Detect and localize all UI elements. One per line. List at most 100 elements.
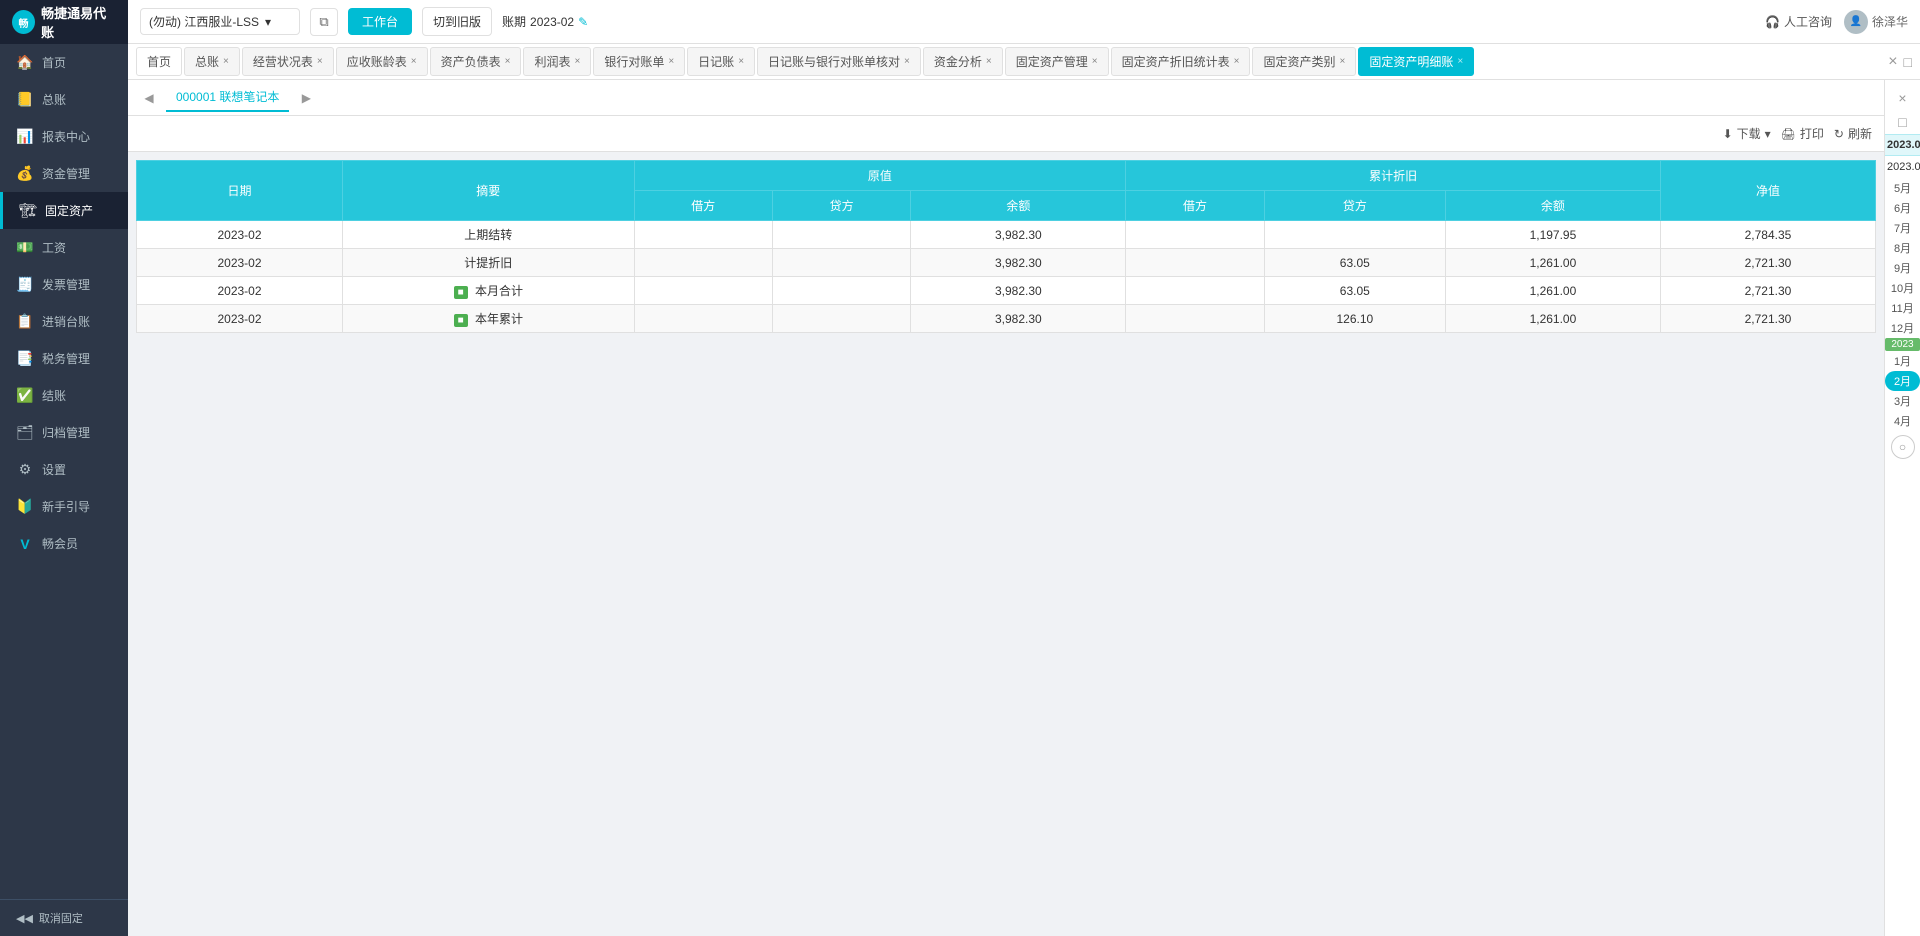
sidebar-item-salary[interactable]: 💵 工资 [0, 229, 128, 266]
copy-button[interactable]: ⧉ [310, 8, 338, 36]
panel-expand-button[interactable]: □ [1891, 110, 1915, 134]
company-selector[interactable]: (勿动) 江西服业-LSS ▾ [140, 8, 300, 35]
detail-table: 日期 摘要 原值 累计折旧 净值 借方 贷方 余额 借方 贷方 余额 [136, 160, 1876, 333]
tab-close-icon[interactable]: × [317, 56, 323, 67]
consult-label: 人工咨询 [1784, 13, 1832, 30]
tab-close-icon[interactable]: × [904, 56, 910, 67]
user-name: 徐泽华 [1872, 13, 1908, 30]
tab-close-icon[interactable]: × [411, 56, 417, 67]
cell-orig-balance: 3,982.30 [911, 305, 1126, 333]
tab-ledger[interactable]: 总账 × [184, 47, 240, 76]
sidebar-item-reports[interactable]: 📊 报表中心 [0, 118, 128, 155]
tab-journal[interactable]: 日记账 × [687, 47, 755, 76]
sidebar-item-funds[interactable]: 💰 资金管理 [0, 155, 128, 192]
tab-close-icon[interactable]: × [1234, 56, 1240, 67]
sub-tab-asset[interactable]: 000001 联想笔记本 [166, 83, 289, 112]
month-item-jul[interactable]: 7月 [1885, 218, 1920, 238]
table-row: 2023-02 计提折旧 3,982.30 63.05 1,261.00 2,7… [137, 249, 1876, 277]
tab-close-icon[interactable]: × [223, 56, 229, 67]
dropdown-icon: ▾ [265, 15, 271, 29]
tab-close-icon[interactable]: × [986, 56, 992, 67]
month-item-may[interactable]: 5月 [1885, 178, 1920, 198]
th-accumulated-depreciation: 累计折旧 [1126, 161, 1661, 191]
tab-bank-statement[interactable]: 银行对账单 × [593, 47, 685, 76]
month-item-jun[interactable]: 6月 [1885, 198, 1920, 218]
cell-date: 2023-02 [137, 277, 343, 305]
sidebar-item-label: 固定资产 [45, 202, 93, 219]
month-item-dec[interactable]: 12月 [1885, 318, 1920, 338]
sidebar-pin-toggle[interactable]: ◀◀ 取消固定 [0, 899, 128, 936]
switch-version-button[interactable]: 切到旧版 [422, 7, 492, 36]
print-button[interactable]: 🖨 打印 [1781, 125, 1824, 142]
cell-dep-balance: 1,261.00 [1445, 249, 1660, 277]
tab-label: 应收账龄表 [347, 53, 407, 70]
sidebar-item-settings[interactable]: ⚙ 设置 [0, 451, 128, 488]
tab-close-icon[interactable]: × [1457, 56, 1463, 67]
download-button[interactable]: ⬇ 下载 ▾ [1723, 125, 1771, 142]
sidebar-item-label: 工资 [42, 239, 66, 256]
month-item-aug[interactable]: 8月 [1885, 238, 1920, 258]
tab-fixed-assets-category[interactable]: 固定资产类别 × [1252, 47, 1356, 76]
year-2023-02-label[interactable]: 2023.02 [1885, 159, 1920, 175]
sidebar-item-home[interactable]: 🏠 首页 [0, 44, 128, 81]
month-item-apr[interactable]: 4月 [1885, 411, 1920, 431]
tab-label: 固定资产明细账 [1369, 53, 1453, 70]
sidebar-nav: 🏠 首页 📒 总账 📊 报表中心 💰 资金管理 🏗 固定资产 💵 工资 🧾 发票… [0, 44, 128, 899]
period-edit-icon[interactable]: ✎ [578, 15, 588, 29]
workbench-button[interactable]: 工作台 [348, 8, 412, 35]
cell-orig-debit [634, 221, 772, 249]
tab-close-icon[interactable]: × [738, 56, 744, 67]
tab-ar-aging[interactable]: 应收账龄表 × [336, 47, 428, 76]
scroll-indicator[interactable]: ○ [1891, 435, 1915, 459]
tab-journal-bank-reconcile[interactable]: 日记账与银行对账单核对 × [757, 47, 921, 76]
main-area: (勿动) 江西服业-LSS ▾ ⧉ 工作台 切到旧版 账期 2023-02 ✎ … [128, 0, 1920, 936]
user-info[interactable]: 👤 徐泽华 [1844, 10, 1908, 34]
prev-arrow[interactable]: ◀ [140, 89, 158, 107]
tab-home[interactable]: 首页 [136, 47, 182, 76]
th-net-value: 净值 [1660, 161, 1875, 221]
month-item-mar[interactable]: 3月 [1885, 391, 1920, 411]
month-item-jan[interactable]: 1月 [1885, 351, 1920, 371]
cell-description: ■ 本月合计 [342, 277, 634, 305]
refresh-button[interactable]: ↻ 刷新 [1834, 125, 1872, 142]
month-item-nov[interactable]: 11月 [1885, 298, 1920, 318]
tab-profit[interactable]: 利润表 × [523, 47, 591, 76]
month-item-feb[interactable]: 2月 [1885, 371, 1920, 391]
table-wrapper: 日期 摘要 原值 累计折旧 净值 借方 贷方 余额 借方 贷方 余额 [128, 152, 1884, 936]
next-arrow[interactable]: ▶ [297, 89, 315, 107]
sidebar-item-archive[interactable]: 🗂 归档管理 [0, 414, 128, 451]
consult-button[interactable]: 🎧 人工咨询 [1765, 13, 1832, 30]
tab-close-icon[interactable]: × [668, 56, 674, 67]
sidebar-item-fixed-assets[interactable]: 🏗 固定资产 [0, 192, 128, 229]
tab-fixed-assets-mgmt[interactable]: 固定资产管理 × [1005, 47, 1109, 76]
tab-fund-analysis[interactable]: 资金分析 × [923, 47, 1003, 76]
cell-date: 2023-02 [137, 249, 343, 277]
tab-label: 经营状况表 [253, 53, 313, 70]
month-item-sep[interactable]: 9月 [1885, 258, 1920, 278]
sidebar-item-tax[interactable]: 📑 税务管理 [0, 340, 128, 377]
right-date-panel: × □ 2023.02 2023.02 5月 6月 7月 8月 9月 10月 1… [1884, 80, 1920, 936]
tab-close-all-icon[interactable]: × [1888, 53, 1897, 71]
sidebar-item-label: 首页 [42, 54, 66, 71]
sidebar-item-invoice[interactable]: 🧾 发票管理 [0, 266, 128, 303]
tab-close-icon[interactable]: × [574, 56, 580, 67]
tab-business[interactable]: 经营状况表 × [242, 47, 334, 76]
tab-close-icon[interactable]: × [505, 56, 511, 67]
sidebar-item-close-accounts[interactable]: ✅ 结账 [0, 377, 128, 414]
sidebar-item-guide[interactable]: 🔰 新手引导 [0, 488, 128, 525]
panel-close-button[interactable]: × [1891, 86, 1915, 110]
sidebar-item-ledger[interactable]: 📒 总账 [0, 81, 128, 118]
tab-fixed-assets-detail[interactable]: 固定资产明细账 × [1358, 47, 1474, 76]
tab-maximize-icon[interactable]: □ [1904, 54, 1912, 70]
month-item-oct[interactable]: 10月 [1885, 278, 1920, 298]
tab-balance-sheet[interactable]: 资产负债表 × [430, 47, 522, 76]
tab-depreciation-stats[interactable]: 固定资产折旧统计表 × [1111, 47, 1251, 76]
cell-orig-balance: 3,982.30 [911, 221, 1126, 249]
tab-close-icon[interactable]: × [1339, 56, 1345, 67]
cell-dep-credit: 63.05 [1264, 249, 1445, 277]
sidebar-item-vip[interactable]: V 畅会员 [0, 525, 128, 562]
tab-close-icon[interactable]: × [1092, 56, 1098, 67]
sidebar-item-purchase-sales[interactable]: 📋 进销台账 [0, 303, 128, 340]
cell-orig-debit [634, 305, 772, 333]
reports-icon: 📊 [16, 128, 34, 145]
